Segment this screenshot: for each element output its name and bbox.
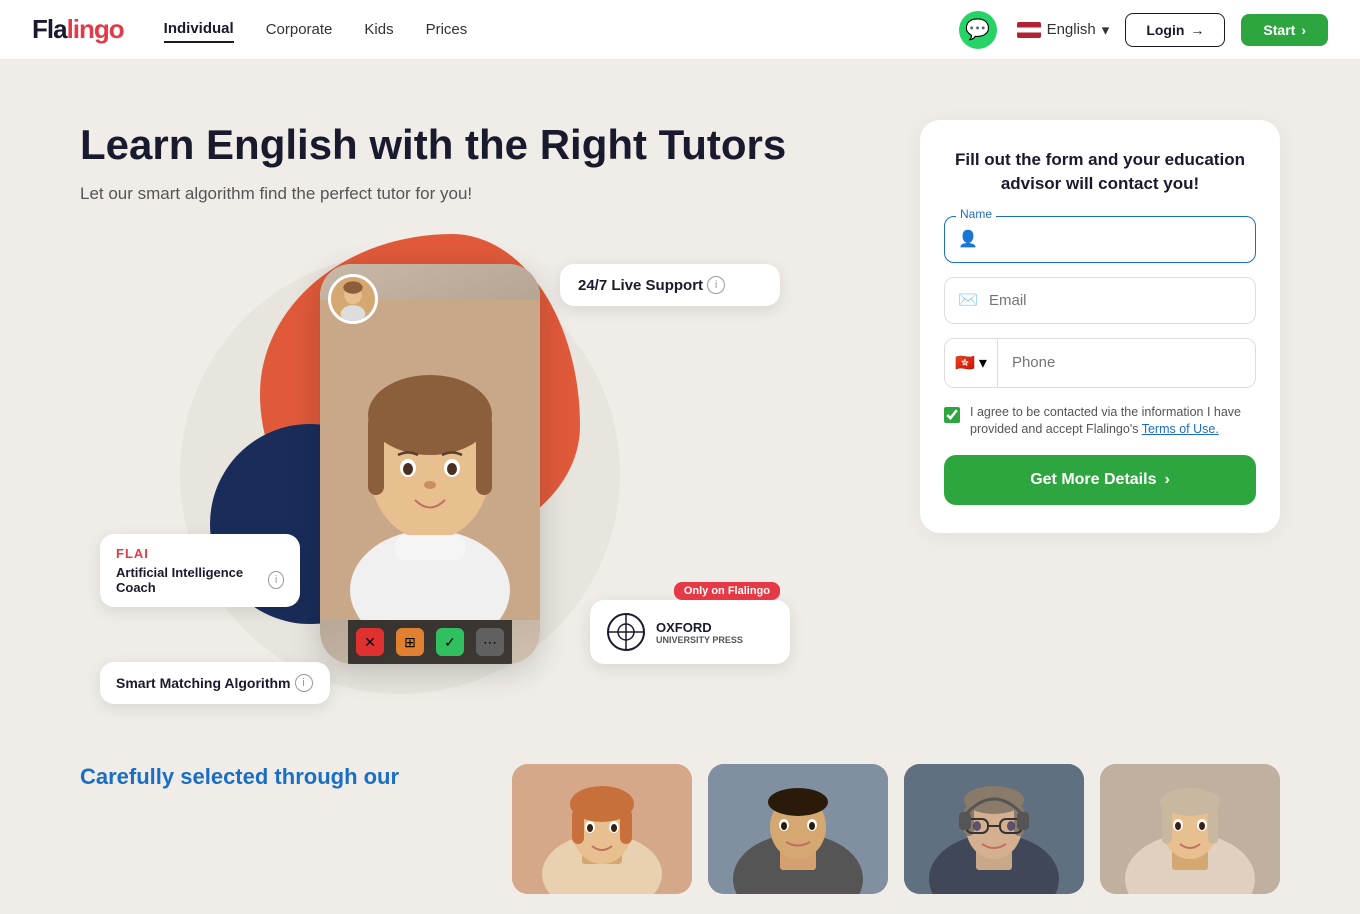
- start-label: Start: [1263, 22, 1295, 38]
- nav-menu: Individual Corporate Kids Prices: [164, 16, 939, 43]
- person-icon: 👤: [958, 229, 978, 249]
- ai-info-icon[interactable]: i: [268, 571, 284, 589]
- terms-row: I agree to be contacted via the informat…: [944, 404, 1256, 439]
- tutor-cards: [512, 764, 1280, 894]
- email-icon: ✉️: [958, 290, 978, 310]
- login-arrow-icon: →: [1190, 22, 1204, 38]
- name-field: Name 👤: [944, 216, 1256, 263]
- language-label: English: [1047, 21, 1096, 38]
- algo-label: Smart Matching Algorithm: [116, 675, 291, 691]
- logo-fla: Fla: [32, 14, 67, 44]
- support-label: 24/7 Live Support: [578, 277, 703, 294]
- nav-individual[interactable]: Individual: [164, 16, 234, 43]
- terms-text: I agree to be contacted via the informat…: [970, 404, 1256, 439]
- language-chevron-icon: ▾: [1102, 21, 1110, 39]
- oxford-logo: [606, 612, 646, 652]
- hero-left: Learn English with the Right Tutors Let …: [80, 120, 860, 724]
- contact-form: Fill out the form and your education adv…: [920, 120, 1280, 533]
- bottom-section: Carefully selected through our: [0, 764, 1360, 914]
- phone-input[interactable]: [998, 340, 1255, 385]
- hero-subtitle: Let our smart algorithm find the perfect…: [80, 184, 860, 204]
- hk-flag-icon: 🇭🇰: [955, 353, 975, 373]
- tutor-svg: [320, 300, 540, 620]
- nav-corporate[interactable]: Corporate: [266, 17, 333, 42]
- phone-btn-red[interactable]: ✕: [356, 628, 384, 656]
- terms-checkbox[interactable]: [944, 407, 960, 423]
- phone-field: 🇭🇰 ▾: [944, 338, 1256, 388]
- logo[interactable]: Flalingo: [32, 14, 124, 45]
- get-details-button[interactable]: Get More Details ›: [944, 455, 1256, 505]
- phone-field-wrapper: 🇭🇰 ▾: [944, 338, 1256, 388]
- phone-mockup: ✕ ⊞ ✓ ⋯: [320, 264, 540, 664]
- logo-lingo: lingo: [67, 14, 124, 44]
- tutor-card-2: [708, 764, 888, 894]
- support-info-icon[interactable]: i: [707, 276, 725, 294]
- phone-flag-selector[interactable]: 🇭🇰 ▾: [945, 339, 998, 387]
- ai-coach-badge: FLAI Artificial Intelligence Coach i: [100, 534, 300, 607]
- tutor-card-3: [904, 764, 1084, 894]
- whatsapp-button[interactable]: 💬: [959, 11, 997, 49]
- oxford-subtitle: UNIVERSITY PRESS: [656, 635, 743, 645]
- bottom-title: Carefully selected through our: [80, 764, 399, 790]
- phone-bottom-bar: ✕ ⊞ ✓ ⋯: [348, 620, 512, 664]
- start-button[interactable]: Start ›: [1241, 14, 1328, 46]
- phone-btn-gray[interactable]: ⋯: [476, 628, 504, 656]
- email-field-wrapper: ✉️: [944, 277, 1256, 324]
- hero-visual: ✕ ⊞ ✓ ⋯ FLAI: [80, 224, 800, 724]
- language-selector[interactable]: English ▾: [1017, 21, 1110, 39]
- name-input[interactable]: [944, 216, 1256, 263]
- hero-title: Learn English with the Right Tutors: [80, 120, 860, 170]
- nav-kids[interactable]: Kids: [364, 17, 393, 42]
- get-details-label: Get More Details: [1030, 471, 1156, 489]
- algo-info-icon[interactable]: i: [295, 674, 313, 692]
- login-button[interactable]: Login →: [1125, 13, 1225, 47]
- form-title: Fill out the form and your education adv…: [944, 148, 1256, 196]
- whatsapp-icon: 💬: [965, 17, 990, 42]
- name-label: Name: [956, 207, 996, 221]
- only-on-flalingo-label: Only on Flalingo: [674, 582, 780, 600]
- get-details-arrow-icon: ›: [1164, 471, 1169, 489]
- whatsapp-area: 💬: [959, 11, 997, 49]
- smart-matching-badge: Smart Matching Algorithm i: [100, 662, 330, 704]
- start-chevron-icon: ›: [1301, 22, 1306, 38]
- tutor-card-4: [1100, 764, 1280, 894]
- oxford-name: OXFORD: [656, 620, 743, 636]
- login-label: Login: [1146, 22, 1184, 38]
- tutor-face-image: [320, 300, 540, 620]
- phone-btn-green[interactable]: ✓: [436, 628, 464, 656]
- navbar-right: English ▾ Login → Start ›: [1017, 13, 1328, 47]
- phone-screen: ✕ ⊞ ✓ ⋯: [320, 264, 540, 664]
- email-input[interactable]: [944, 277, 1256, 324]
- oxford-badge: Only on Flalingo OXFORD UNIVERSITY PR: [590, 600, 790, 664]
- ai-coach-label: Artificial Intelligence Coach: [116, 565, 264, 595]
- phone-btn-orange[interactable]: ⊞: [396, 628, 424, 656]
- tutor-card-1: [512, 764, 692, 894]
- terms-link[interactable]: Terms of Use.: [1142, 422, 1219, 436]
- flai-logo: FLAI: [116, 546, 284, 561]
- navbar: Flalingo Individual Corporate Kids Price…: [0, 0, 1360, 60]
- phone-flag-chevron-icon: ▾: [979, 353, 987, 373]
- nav-prices[interactable]: Prices: [426, 17, 468, 42]
- us-flag-icon: [1017, 22, 1041, 38]
- hero-section: Learn English with the Right Tutors Let …: [0, 60, 1360, 764]
- live-support-badge: 24/7 Live Support i: [560, 264, 780, 306]
